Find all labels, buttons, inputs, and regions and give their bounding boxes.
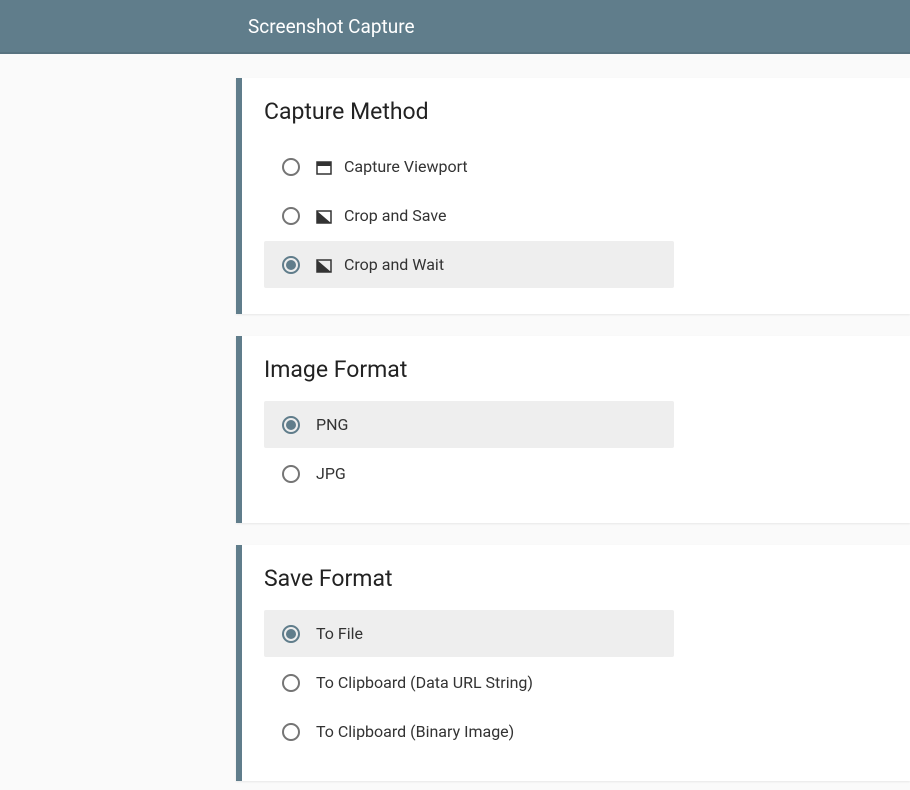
option-crop-and-save[interactable]: Crop and Save — [264, 192, 674, 239]
option-label: Capture Viewport — [344, 157, 468, 176]
header: Screenshot Capture — [0, 0, 910, 54]
radio-icon — [282, 674, 300, 692]
option-to-clipboard-data-url[interactable]: To Clipboard (Data URL String) — [264, 659, 674, 706]
option-label: To File — [316, 624, 363, 643]
radio-icon — [282, 158, 300, 176]
radio-icon — [282, 625, 300, 643]
section-save-format: Save Format To File To Clipboard (Data U… — [236, 545, 910, 781]
section-capture-method: Capture Method Capture Viewport Crop and… — [236, 78, 910, 314]
page-title: Screenshot Capture — [248, 15, 415, 38]
option-label: JPG — [316, 464, 346, 483]
radio-icon — [282, 723, 300, 741]
option-png[interactable]: PNG — [264, 401, 674, 448]
section-title: Image Format — [264, 356, 886, 383]
radio-icon — [282, 416, 300, 434]
radio-icon — [282, 207, 300, 225]
option-label: PNG — [316, 415, 348, 434]
option-capture-viewport[interactable]: Capture Viewport — [264, 143, 674, 190]
viewport-icon — [316, 160, 332, 174]
radio-icon — [282, 465, 300, 483]
section-title: Capture Method — [264, 98, 886, 125]
crop-icon — [316, 209, 332, 223]
option-jpg[interactable]: JPG — [264, 450, 674, 497]
option-to-clipboard-binary[interactable]: To Clipboard (Binary Image) — [264, 708, 674, 755]
option-crop-and-wait[interactable]: Crop and Wait — [264, 241, 674, 288]
option-label: To Clipboard (Data URL String) — [316, 673, 533, 692]
option-to-file[interactable]: To File — [264, 610, 674, 657]
section-title: Save Format — [264, 565, 886, 592]
option-label: To Clipboard (Binary Image) — [316, 722, 514, 741]
radio-icon — [282, 256, 300, 274]
crop-icon — [316, 258, 332, 272]
option-label: Crop and Save — [344, 206, 447, 225]
section-image-format: Image Format PNG JPG — [236, 336, 910, 523]
content-area: Capture Method Capture Viewport Crop and… — [0, 54, 910, 781]
option-label: Crop and Wait — [344, 255, 444, 274]
